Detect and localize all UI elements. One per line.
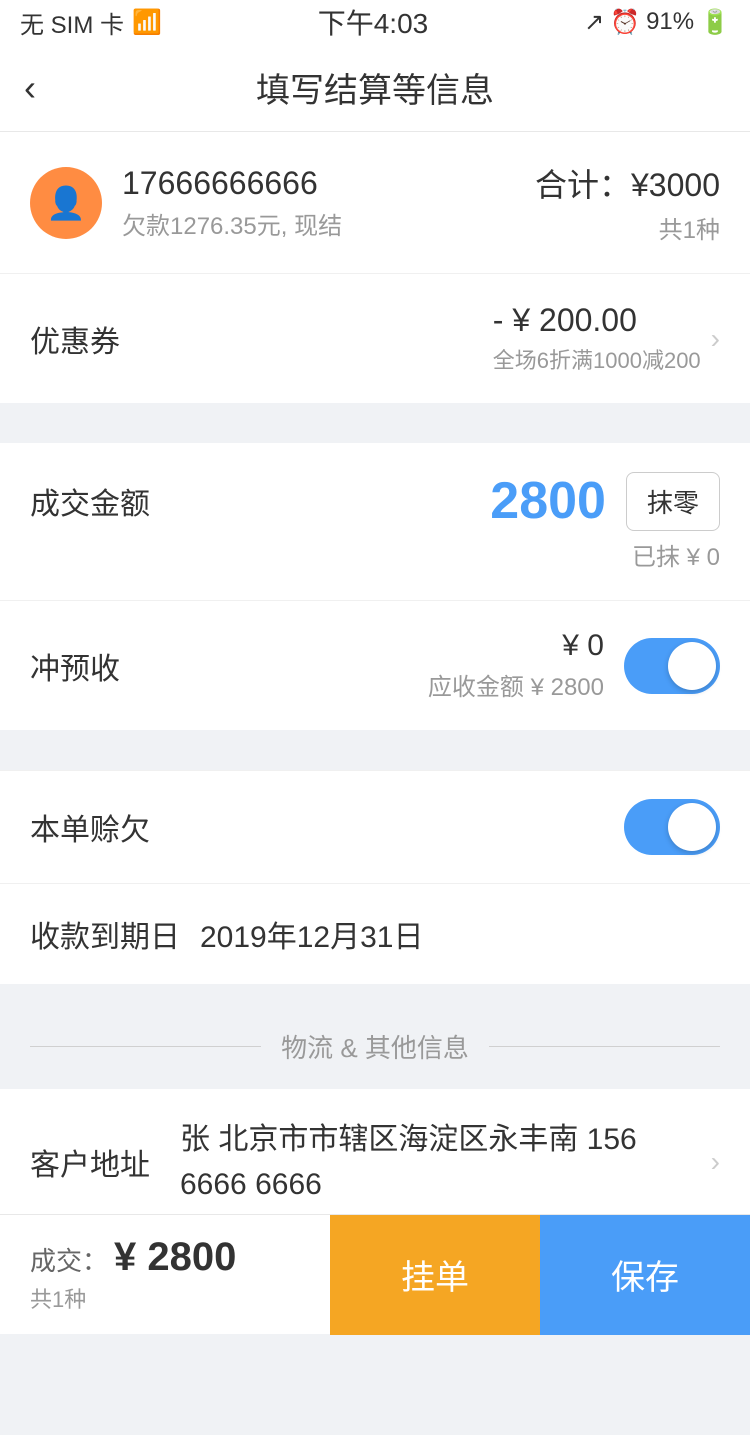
debt-toggle-knob — [668, 803, 716, 851]
status-left: 无 SIM 卡 📶 — [20, 5, 162, 40]
coupon-right: - ¥ 200.00 全场6折满1000减200 › — [493, 302, 720, 375]
amount-row: 成交金额 2800 抹零 — [30, 471, 720, 531]
amount-section: 成交金额 2800 抹零 已抹 ¥ 0 冲预收 ¥ 0 应收金额 ¥ 2800 — [0, 443, 750, 730]
duedate-row: 收款到期日 2019年12月31日 — [0, 883, 750, 984]
hold-button[interactable]: 挂单 — [330, 1215, 540, 1335]
back-button[interactable]: ‹ — [24, 67, 36, 109]
address-value: 张 北京市市辖区海淀区永丰南 156 6666 6666 — [180, 1117, 711, 1207]
customer-row: 👤 17666666666 欠款1276.35元, 现结 合计：¥3000 共1… — [0, 132, 750, 273]
page-title: 填写结算等信息 — [256, 63, 494, 112]
amount-row-wrapper: 成交金额 2800 抹零 已抹 ¥ 0 — [0, 443, 750, 600]
prereceive-toggle[interactable] — [624, 638, 720, 694]
nav-bar: ‹ 填写结算等信息 — [0, 44, 750, 132]
round-button[interactable]: 抹零 — [626, 472, 720, 531]
sep-line-right — [489, 1046, 720, 1047]
amount-right: 2800 抹零 — [490, 471, 720, 531]
prereceive-sub: 应收金额 ¥ 2800 — [428, 667, 604, 702]
customer-section: 👤 17666666666 欠款1276.35元, 现结 合计：¥3000 共1… — [0, 132, 750, 403]
separator-1 — [0, 423, 750, 443]
sep-line-left — [30, 1046, 261, 1047]
amount-value: 2800 — [490, 471, 606, 531]
total-amount: 合计：¥3000 — [535, 160, 720, 206]
debt-row: 本单赊欠 — [0, 770, 750, 883]
prereceive-value: ¥ 0 — [428, 629, 604, 663]
customer-info: 17666666666 欠款1276.35元, 现结 — [122, 165, 342, 241]
prereceive-right: ¥ 0 应收金额 ¥ 2800 — [428, 629, 720, 702]
separator-2 — [0, 750, 750, 770]
battery-text: 91% — [646, 8, 694, 36]
customer-right: 合计：¥3000 共1种 — [535, 160, 720, 245]
coupon-desc: 全场6折满1000减200 — [493, 343, 701, 375]
logistics-label: 物流 & 其他信息 — [281, 1028, 469, 1065]
address-label: 客户地址 — [30, 1140, 150, 1184]
footer-deal-amount: ¥ 2800 — [114, 1235, 236, 1280]
footer-deal-label: 成交： — [30, 1241, 108, 1278]
save-button[interactable]: 保存 — [540, 1215, 750, 1335]
alarm-icon: ⏰ — [610, 8, 640, 37]
chevron-right-icon: › — [711, 323, 720, 355]
location-icon: ↗ — [584, 8, 604, 37]
prereceive-amounts: ¥ 0 应收金额 ¥ 2800 — [428, 629, 604, 702]
avatar-icon: 👤 — [46, 184, 86, 222]
debt-toggle[interactable] — [624, 799, 720, 855]
toggle-knob — [668, 642, 716, 690]
footer-count: 共1种 — [30, 1282, 300, 1314]
sim-text: 无 SIM 卡 — [20, 5, 124, 40]
battery-icon: 🔋 — [700, 8, 730, 37]
logistics-separator: 物流 & 其他信息 — [0, 1004, 750, 1089]
duedate-label: 收款到期日 — [30, 912, 180, 956]
wifi-icon: 📶 — [132, 8, 162, 37]
customer-left: 👤 17666666666 欠款1276.35元, 现结 — [30, 165, 342, 241]
debt-section: 本单赊欠 收款到期日 2019年12月31日 — [0, 770, 750, 984]
total-count: 共1种 — [535, 210, 720, 245]
amount-sub: 已抹 ¥ 0 — [30, 537, 720, 572]
status-bar: 无 SIM 卡 📶 下午4:03 ↗ ⏰ 91% 🔋 — [0, 0, 750, 44]
debt-label: 本单赊欠 — [30, 805, 150, 849]
avatar: 👤 — [30, 167, 102, 239]
coupon-row[interactable]: 优惠券 - ¥ 200.00 全场6折满1000减200 › — [0, 273, 750, 403]
footer: 成交： ¥ 2800 共1种 挂单 保存 — [0, 1214, 750, 1334]
coupon-label: 优惠券 — [30, 317, 120, 361]
footer-info: 成交： ¥ 2800 共1种 — [0, 1235, 330, 1314]
prereceive-label: 冲预收 — [30, 644, 120, 688]
status-time: 下午4:03 — [318, 2, 429, 42]
duedate-value: 2019年12月31日 — [200, 912, 423, 956]
footer-deal-row: 成交： ¥ 2800 — [30, 1235, 300, 1280]
status-right: ↗ ⏰ 91% 🔋 — [584, 8, 730, 37]
prereceive-row: 冲预收 ¥ 0 应收金额 ¥ 2800 — [0, 600, 750, 730]
amount-label: 成交金额 — [30, 479, 150, 523]
address-chevron-icon: › — [711, 1146, 720, 1178]
customer-phone: 17666666666 — [122, 165, 342, 202]
coupon-discount: - ¥ 200.00 — [493, 302, 701, 339]
customer-sub: 欠款1276.35元, 现结 — [122, 206, 342, 241]
